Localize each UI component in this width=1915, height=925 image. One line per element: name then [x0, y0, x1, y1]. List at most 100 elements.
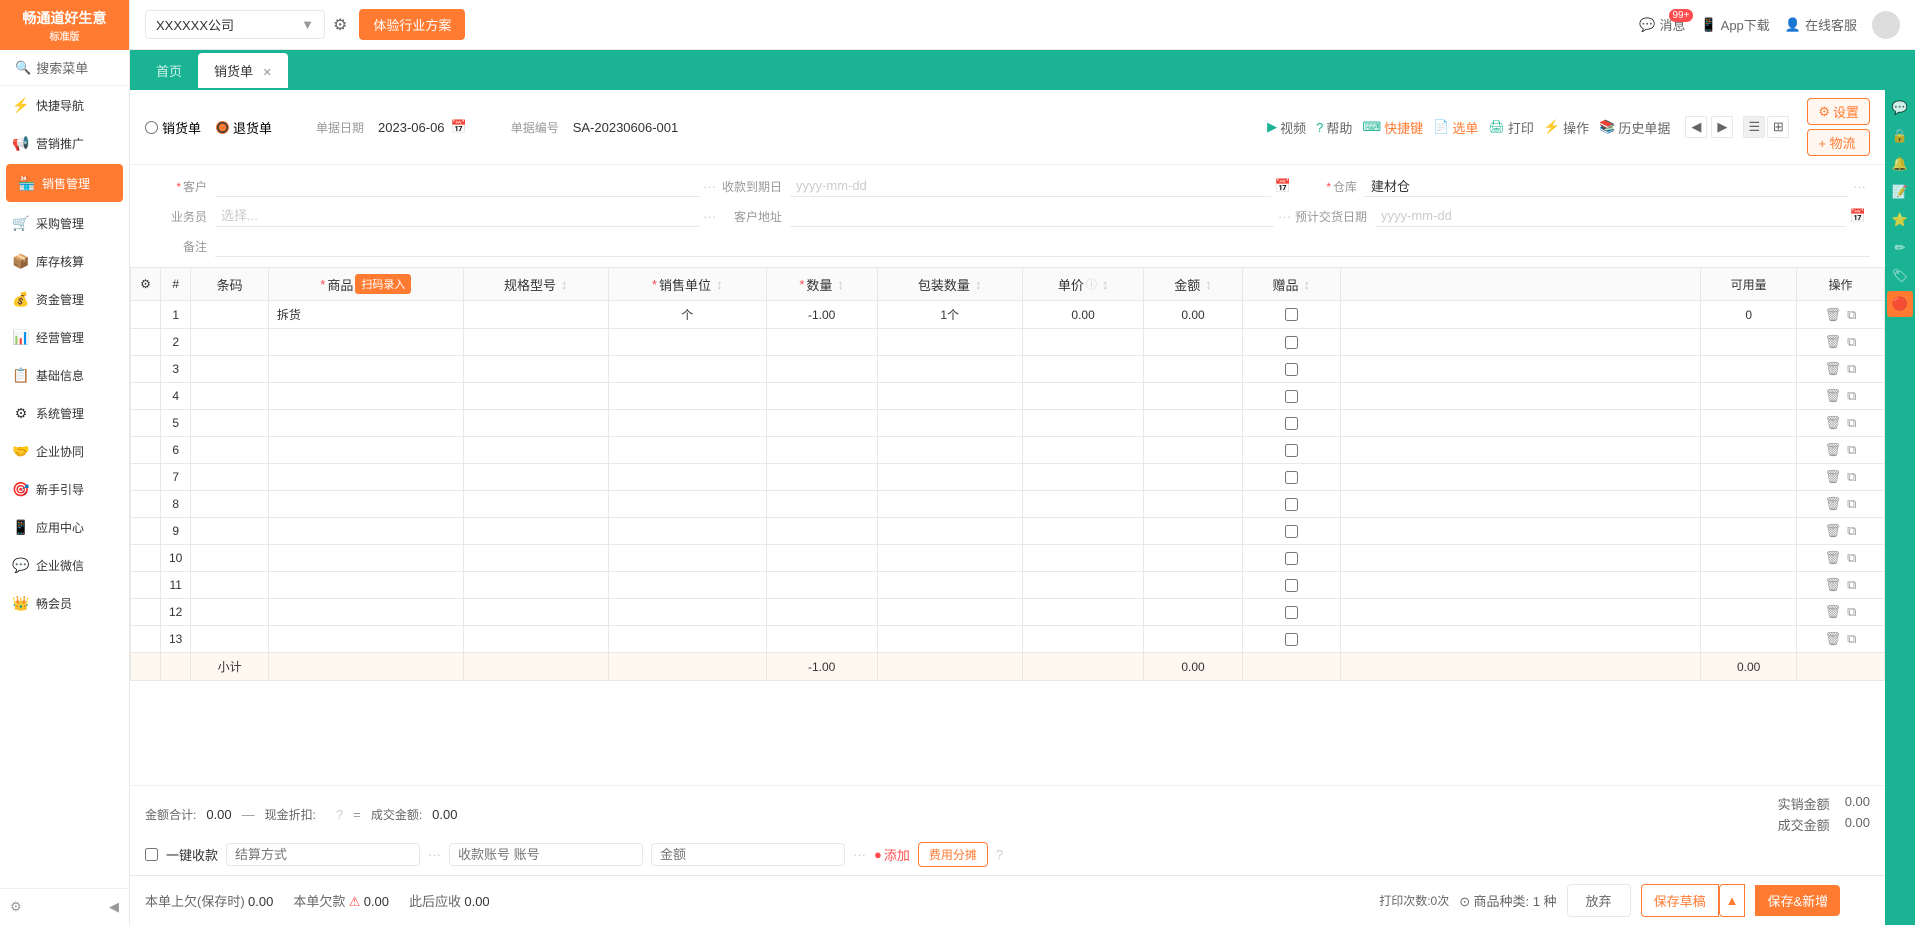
td-spec[interactable]: [463, 383, 608, 410]
td-barcode[interactable]: [191, 410, 269, 437]
customer-addr-input[interactable]: [790, 205, 1274, 227]
delete-icon[interactable]: 🗑: [1825, 550, 1842, 566]
td-spec[interactable]: [463, 518, 608, 545]
delete-icon[interactable]: 🗑: [1825, 631, 1842, 647]
user-avatar[interactable]: [1872, 11, 1900, 39]
right-btn-tag[interactable]: 🏷: [1887, 263, 1913, 289]
delete-icon[interactable]: 🗑: [1825, 604, 1842, 620]
gift-checkbox[interactable]: [1285, 363, 1298, 376]
td-price[interactable]: [1022, 356, 1144, 383]
tab-home[interactable]: 首页: [140, 53, 198, 88]
copy-icon[interactable]: ⧉: [1847, 631, 1856, 647]
td-gift[interactable]: [1242, 356, 1340, 383]
company-selector[interactable]: XXXXXX公司 ▼: [145, 10, 325, 39]
td-spec[interactable]: [463, 572, 608, 599]
delete-icon[interactable]: 🗑: [1825, 577, 1842, 593]
pager-next[interactable]: ▶: [1711, 116, 1733, 138]
sidebar-item-guide[interactable]: 🎯 新手引导: [0, 470, 129, 508]
td-barcode[interactable]: [191, 626, 269, 653]
discount-help-icon[interactable]: ?: [336, 807, 343, 822]
sidebar-item-member[interactable]: 👑 畅会员: [0, 584, 129, 622]
delete-icon[interactable]: 🗑: [1825, 388, 1842, 404]
td-qty[interactable]: [766, 329, 877, 356]
td-gift[interactable]: [1242, 599, 1340, 626]
date-value[interactable]: 2023-06-06: [378, 120, 445, 135]
radio-sales[interactable]: 销货单: [145, 118, 201, 137]
td-spec[interactable]: [463, 545, 608, 572]
right-btn-orange[interactable]: 🔴: [1887, 291, 1913, 317]
add-payment-button[interactable]: ● 添加: [874, 845, 910, 864]
salesman-dots[interactable]: ···: [699, 209, 720, 224]
expense-split-button[interactable]: 费用分摊: [918, 842, 988, 867]
shortcut-btn[interactable]: ⌨快捷键: [1362, 118, 1423, 137]
td-barcode[interactable]: [191, 356, 269, 383]
td-price[interactable]: [1022, 626, 1144, 653]
td-price[interactable]: [1022, 437, 1144, 464]
sidebar-item-marketing[interactable]: 📢 营销推广: [0, 124, 129, 162]
td-spec[interactable]: [463, 491, 608, 518]
td-spec[interactable]: [463, 437, 608, 464]
sidebar-item-base[interactable]: 📋 基础信息: [0, 356, 129, 394]
discard-button[interactable]: 放弃: [1567, 884, 1631, 917]
operation-btn[interactable]: ⚡操作: [1544, 118, 1589, 137]
copy-icon[interactable]: ⧉: [1847, 334, 1856, 350]
right-btn-edit[interactable]: ✏: [1887, 235, 1913, 261]
copy-icon[interactable]: ⧉: [1847, 415, 1856, 431]
td-qty[interactable]: -1.00: [766, 301, 877, 329]
expected-date-input[interactable]: [1375, 205, 1846, 227]
radio-sales-input[interactable]: [145, 121, 158, 134]
td-qty[interactable]: [766, 491, 877, 518]
td-spec[interactable]: [463, 626, 608, 653]
td-gift[interactable]: [1242, 329, 1340, 356]
copy-icon[interactable]: ⧉: [1847, 442, 1856, 458]
payment-method-input[interactable]: [226, 843, 420, 866]
td-qty[interactable]: [766, 410, 877, 437]
logistics-button[interactable]: + 物流: [1807, 129, 1870, 156]
td-price[interactable]: [1022, 572, 1144, 599]
td-gift[interactable]: [1242, 410, 1340, 437]
right-btn-lock[interactable]: 🔒: [1887, 123, 1913, 149]
td-qty[interactable]: [766, 383, 877, 410]
radio-return[interactable]: 退货单: [216, 118, 272, 137]
td-barcode[interactable]: [191, 329, 269, 356]
td-qty[interactable]: [766, 356, 877, 383]
delete-icon[interactable]: 🗑: [1825, 442, 1842, 458]
video-btn[interactable]: ▶视频: [1267, 118, 1306, 137]
gift-checkbox[interactable]: [1285, 417, 1298, 430]
copy-icon[interactable]: ⧉: [1847, 307, 1856, 323]
copy-icon[interactable]: ⧉: [1847, 496, 1856, 512]
right-btn-chat[interactable]: 💬: [1887, 95, 1913, 121]
td-price[interactable]: 0.00: [1022, 301, 1144, 329]
delete-icon[interactable]: 🗑: [1825, 496, 1842, 512]
td-qty[interactable]: [766, 599, 877, 626]
delete-icon[interactable]: 🗑: [1825, 361, 1842, 377]
td-price[interactable]: [1022, 410, 1144, 437]
expected-date-calendar-icon[interactable]: 📅: [1846, 208, 1870, 224]
radio-return-input[interactable]: [216, 121, 229, 134]
delete-icon[interactable]: 🗑: [1825, 415, 1842, 431]
td-price[interactable]: [1022, 491, 1144, 518]
td-barcode[interactable]: [191, 572, 269, 599]
delete-icon[interactable]: 🗑: [1825, 469, 1842, 485]
print-btn[interactable]: 🖨打印: [1488, 118, 1534, 137]
td-gift[interactable]: [1242, 491, 1340, 518]
save-new-split-button[interactable]: ▲: [1840, 885, 1870, 916]
td-spec[interactable]: [463, 329, 608, 356]
copy-icon[interactable]: ⧉: [1847, 550, 1856, 566]
td-barcode[interactable]: [191, 301, 269, 329]
save-draft-button[interactable]: 保存草稿: [1641, 884, 1719, 917]
copy-icon[interactable]: ⧉: [1847, 604, 1856, 620]
expense-help-icon[interactable]: ?: [996, 847, 1003, 862]
td-price[interactable]: [1022, 383, 1144, 410]
td-gift[interactable]: [1242, 626, 1340, 653]
sidebar-item-finance[interactable]: 💰 资金管理: [0, 280, 129, 318]
copy-icon[interactable]: ⧉: [1847, 523, 1856, 539]
td-barcode[interactable]: [191, 518, 269, 545]
message-button[interactable]: 💬 消息 99+: [1639, 15, 1685, 34]
sidebar-item-system[interactable]: ⚙ 系统管理: [0, 394, 129, 432]
sidebar-gear-icon[interactable]: ⚙: [10, 899, 22, 915]
sidebar-item-sales[interactable]: 🏪 销售管理: [6, 164, 123, 202]
view-list-btn[interactable]: ☰: [1743, 116, 1765, 138]
sidebar-item-quick-nav[interactable]: ⚡ 快捷导航: [0, 86, 129, 124]
due-date-input[interactable]: [790, 175, 1271, 197]
